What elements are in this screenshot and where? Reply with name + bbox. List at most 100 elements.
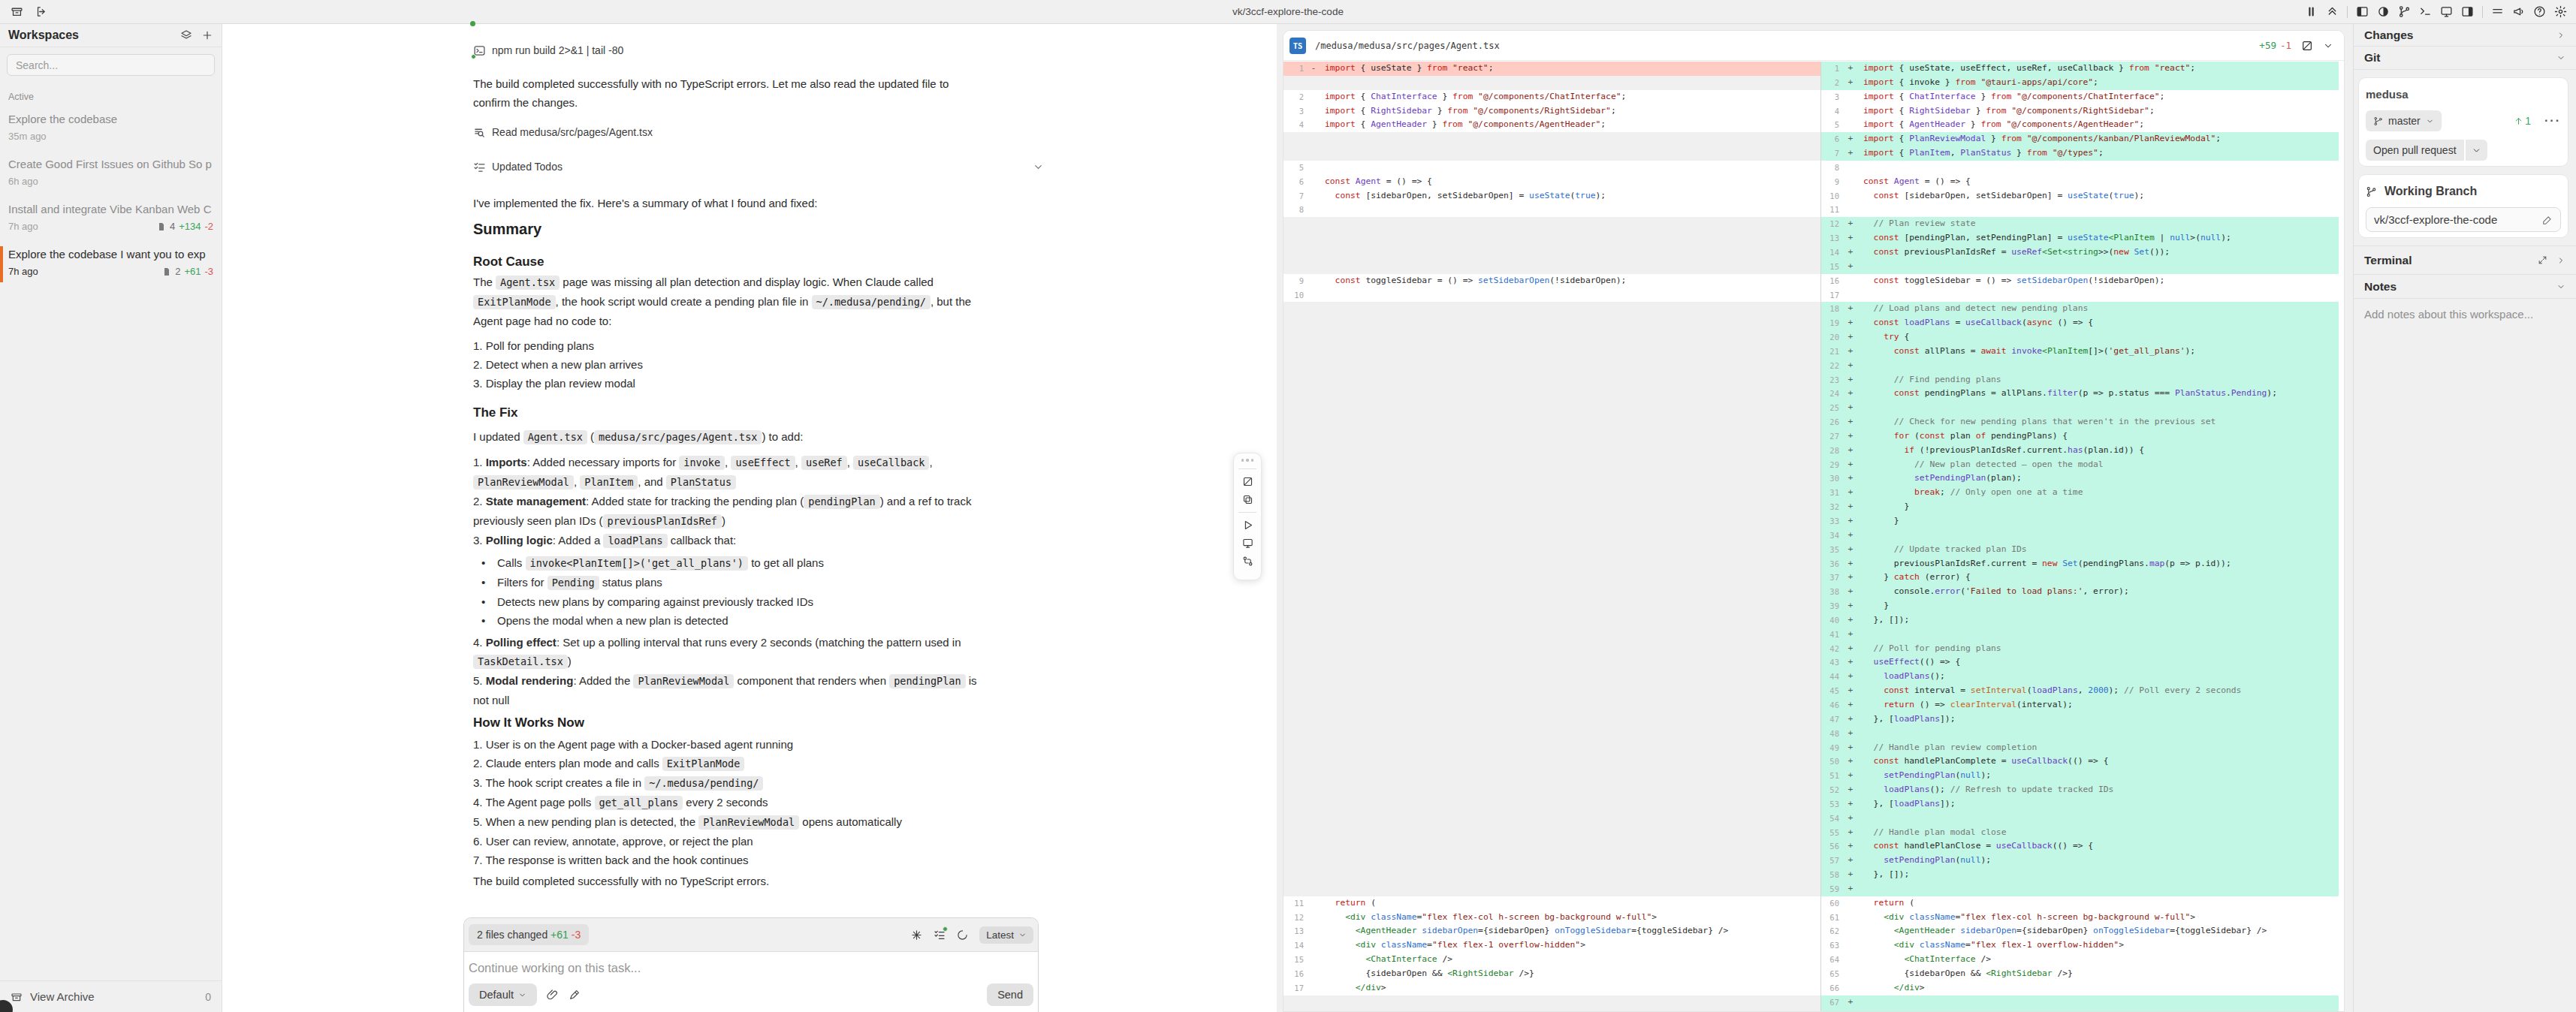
panel-left-icon[interactable] — [2356, 5, 2369, 18]
diff-code-row: 18+ // Load plans and detect new pending… — [1821, 302, 2344, 316]
workspace-item[interactable]: Explore the codebase I want you to exp7h… — [0, 246, 222, 282]
drag-dots-icon[interactable] — [1241, 459, 1254, 462]
diff-code-row: 61 <div className="flex flex-col h-scree… — [1821, 911, 2344, 925]
git-section-header[interactable]: Git — [2354, 47, 2576, 70]
menu-icon[interactable] — [2491, 5, 2504, 18]
diff-filler-row — [1283, 557, 1820, 571]
expand-icon[interactable] — [2538, 255, 2547, 265]
monitor-icon[interactable] — [1242, 538, 1253, 549]
more-menu-icon[interactable]: ··· — [2544, 114, 2561, 128]
diff-old-pane: 1-import { useState } from "react";2impo… — [1283, 62, 1820, 1011]
chat-block-0[interactable]: npm run build 2>&1 | tail -80 — [473, 44, 1044, 57]
diff-filler-row — [1283, 712, 1820, 727]
help-icon[interactable] — [2533, 5, 2546, 18]
diff-filler-row — [1283, 245, 1820, 260]
tool-call-label: Read medusa/src/pages/Agent.tsx — [492, 126, 653, 138]
model-dropdown[interactable]: Default — [469, 983, 537, 1006]
chevrons-up-icon[interactable] — [2326, 5, 2339, 18]
copy-icon[interactable] — [1242, 494, 1253, 505]
diff-code-row: 23+ // Find pending plans — [1821, 373, 2344, 387]
diff-code-row: 43+ useEffect(() => { — [1821, 655, 2344, 670]
gear-icon[interactable] — [2554, 5, 2567, 18]
todo-list-icon[interactable] — [934, 929, 946, 941]
layers-icon[interactable] — [180, 29, 192, 41]
search-input[interactable]: Search... — [7, 54, 215, 76]
diff-filler-row — [1283, 76, 1820, 90]
archive-count: 0 — [205, 991, 211, 1003]
send-button[interactable]: Send — [987, 983, 1033, 1006]
notes-section-header[interactable]: Notes — [2354, 275, 2576, 299]
diff-code-row: 59+ — [1821, 882, 2344, 896]
workspace-item[interactable]: Create Good First Issues on Github So p6… — [0, 156, 222, 192]
diff-view-icon[interactable] — [1242, 476, 1253, 487]
contrast-icon[interactable] — [2377, 5, 2390, 18]
workspace-time: 7h ago — [8, 221, 38, 232]
diff-scrollbar[interactable] — [2339, 62, 2344, 1011]
diff-code-row: 40+ }, []); — [1821, 613, 2344, 628]
diff-filler-row — [1283, 471, 1820, 486]
git-branch-icon — [2373, 116, 2383, 126]
diff-code-row: 66 </div> — [1821, 981, 2344, 995]
chevron-down-icon[interactable] — [1033, 161, 1044, 173]
pause-icon[interactable] — [2305, 5, 2318, 18]
monitor-icon[interactable] — [2440, 5, 2453, 18]
diff-code-row: 10 const [sidebarOpen, setSidebarOpen] =… — [1821, 189, 2344, 203]
megaphone-icon[interactable] — [2512, 5, 2525, 18]
diff-code-row: 28+ if (!previousPlanIdsRef.current.has(… — [1821, 444, 2344, 458]
diff-filler-row — [1283, 613, 1820, 628]
workspace-item[interactable]: Explore the codebase35m ago — [0, 111, 222, 147]
pr-dropdown-button[interactable] — [2466, 140, 2487, 161]
plus-icon[interactable] — [201, 29, 213, 41]
separator — [2482, 6, 2483, 18]
diff-filler-row — [1283, 769, 1820, 783]
files-changed-badge[interactable]: 2 files changed +61 -3 — [469, 924, 589, 945]
pen-icon[interactable] — [569, 989, 581, 1001]
diff-filler-row — [1283, 529, 1820, 543]
diff-code-row: 60 return ( — [1821, 896, 2344, 911]
diff-filler-row — [1283, 628, 1820, 642]
pencil-icon[interactable] — [2542, 215, 2553, 225]
working-branch-label: Working Branch — [2384, 185, 2477, 198]
diff-code-row: 14 <div className="flex flex-1 overflow-… — [1283, 938, 1820, 953]
panel-right-icon[interactable] — [2461, 5, 2474, 18]
diff-filler-row — [1283, 854, 1820, 868]
git-compare-icon[interactable] — [1242, 556, 1253, 567]
diff-code-row: 31+ break; // Only open one at a time — [1821, 486, 2344, 500]
diff-style-icon[interactable] — [2301, 40, 2313, 52]
diff-code-row: 49+ // Handle plan review completion — [1821, 741, 2344, 755]
chat-block-5: Summary — [473, 219, 1044, 239]
message-input[interactable]: Continue working on this task... — [469, 959, 1033, 976]
open-pull-request-button[interactable]: Open pull request — [2366, 140, 2464, 161]
spark-icon[interactable] — [911, 929, 922, 941]
diff-filler-row — [1283, 585, 1820, 599]
diff-code-row: 14+ const previousPlanIdsRef = useRef<Se… — [1821, 245, 2344, 260]
diff-code-row: 29+ // New plan detected — open the moda… — [1821, 458, 2344, 472]
chat-block-7: The Agent.tsx page was missing all plan … — [473, 273, 1044, 330]
diff-code-row: 36+ previousPlanIdsRef.current = new Set… — [1821, 557, 2344, 571]
latest-dropdown[interactable]: Latest — [979, 926, 1033, 944]
workspace-time: 7h ago — [8, 266, 38, 277]
terminal-icon[interactable] — [2419, 5, 2432, 18]
git-branch-icon[interactable] — [2398, 5, 2411, 18]
working-branch-input[interactable]: vk/3ccf-explore-the-code — [2366, 207, 2561, 232]
chevron-down-icon[interactable] — [2323, 41, 2333, 51]
ahead-count: 1 — [2514, 115, 2531, 127]
diff-code-row: 26+ // Check for new pending plans that … — [1821, 415, 2344, 429]
working-branch-card: Working Branch vk/3ccf-explore-the-code — [2358, 174, 2568, 238]
diff-filler-row — [1283, 486, 1820, 500]
play-icon[interactable] — [1242, 520, 1253, 531]
diff-filler-row — [1283, 655, 1820, 670]
diff-code-row: 51+ setPendingPlan(null); — [1821, 769, 2344, 783]
chat-block-2[interactable]: Read medusa/src/pages/Agent.tsx — [473, 125, 1044, 139]
view-archive-button[interactable]: View Archive 0 — [0, 980, 222, 1012]
terminal-section-header[interactable]: Terminal — [2354, 245, 2576, 275]
diff-code-row: 2import { ChatInterface } from "@/compon… — [1283, 90, 1820, 104]
paperclip-icon[interactable] — [547, 989, 559, 1001]
changes-section-header[interactable]: Changes — [2354, 24, 2576, 47]
branch-dropdown[interactable]: master — [2366, 110, 2442, 131]
titlebar-right-icons — [2305, 5, 2567, 18]
notes-input[interactable]: Add notes about this workspace... — [2354, 299, 2576, 330]
diff-code-row: 12 <div className="flex flex-col h-scree… — [1283, 911, 1820, 925]
workspace-item[interactable]: Install and integrate Vibe Kanban Web C7… — [0, 201, 222, 237]
chat-block-3[interactable]: Updated Todos — [473, 160, 1044, 173]
